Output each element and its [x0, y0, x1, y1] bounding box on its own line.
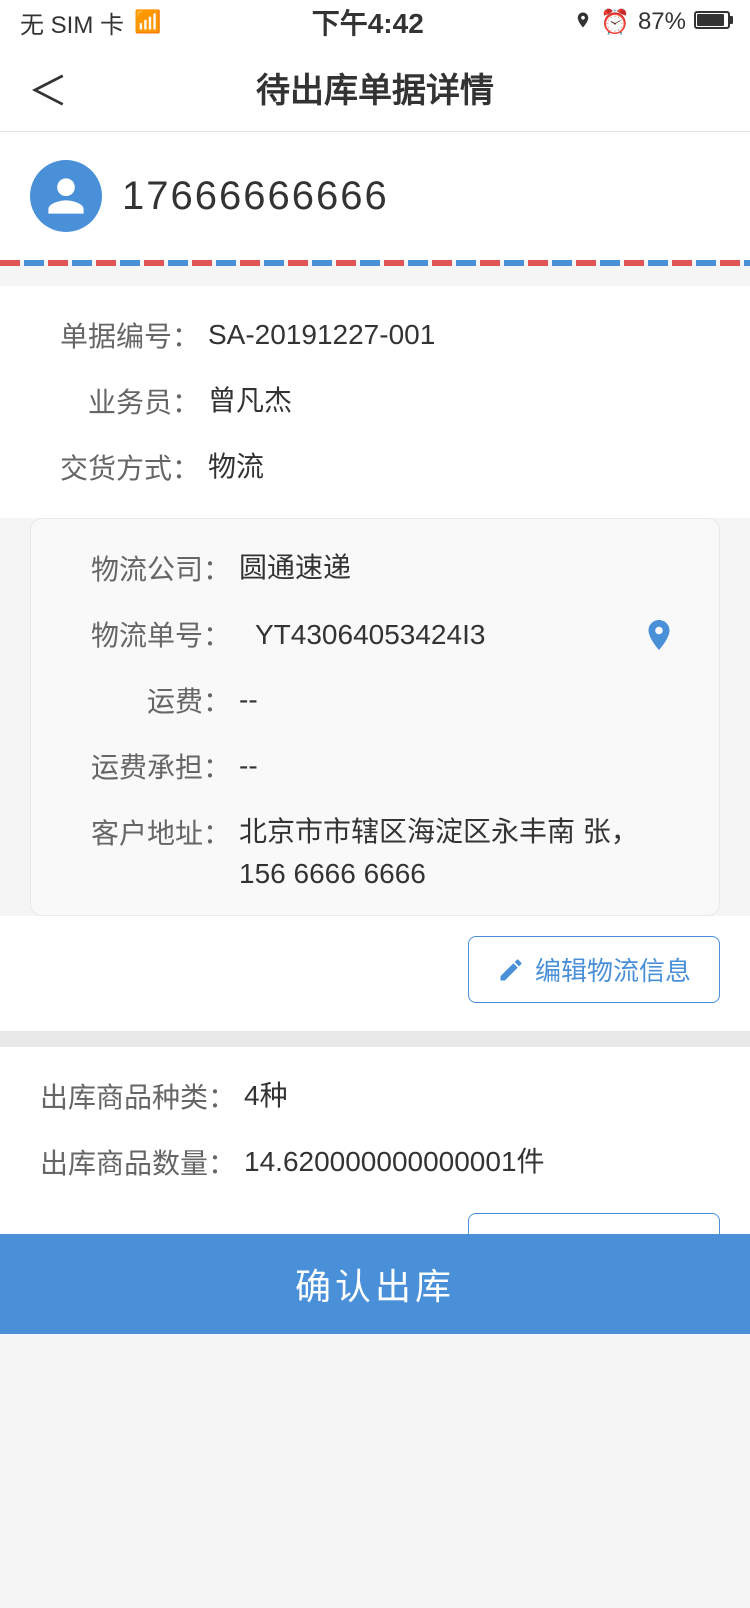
- tracking-number-row: 物流单号： YT43064053424I3: [71, 613, 679, 657]
- customer-header: 17666666666: [0, 132, 750, 260]
- order-info-section: 单据编号： SA-20191227-001 业务员： 曾凡杰 交货方式： 物流: [0, 286, 750, 518]
- goods-type-row: 出库商品种类： 4种: [40, 1075, 710, 1119]
- document-number-value: SA-20191227-001: [200, 314, 710, 356]
- freight-label: 运费：: [71, 679, 231, 723]
- status-bar: 无 SIM 卡 📶 下午4:42 ⏰ 87%: [0, 0, 750, 44]
- confirm-button-label: 确认出库: [295, 1258, 455, 1310]
- logistics-company-label: 物流公司：: [71, 547, 231, 591]
- goods-quantity-value: 14.620000000000001件: [236, 1141, 710, 1183]
- avatar: [30, 160, 102, 232]
- back-button[interactable]: ＜: [28, 59, 68, 117]
- sales-person-label: 业务员：: [40, 380, 200, 424]
- goods-type-value: 4种: [236, 1075, 710, 1117]
- customer-phone: 17666666666: [122, 174, 389, 219]
- address-label: 客户地址：: [71, 811, 231, 855]
- carrier-label: 无 SIM 卡: [20, 5, 124, 40]
- nav-bar: ＜ 待出库单据详情: [0, 44, 750, 132]
- document-number-row: 单据编号： SA-20191227-001: [40, 314, 710, 358]
- freight-bearer-value: --: [231, 745, 679, 787]
- user-icon: [44, 174, 88, 218]
- dashed-divider: [0, 260, 750, 266]
- delivery-method-value: 物流: [200, 446, 710, 488]
- tracking-number-value: YT43064053424I3: [247, 614, 623, 656]
- logistics-company-row: 物流公司： 圆通速递: [71, 547, 679, 591]
- document-number-label: 单据编号：: [40, 314, 200, 358]
- freight-value: --: [231, 679, 679, 721]
- section-separator: [0, 1031, 750, 1047]
- empty-space: [0, 1308, 750, 1508]
- status-right: ⏰ 87%: [574, 8, 730, 37]
- freight-bearer-row: 运费承担： --: [71, 745, 679, 789]
- edit-logistics-button[interactable]: 编辑物流信息: [468, 936, 720, 1003]
- battery-label: 87%: [638, 8, 686, 36]
- status-left: 无 SIM 卡 📶: [20, 5, 161, 40]
- logistics-company-value: 圆通速递: [231, 547, 679, 589]
- sales-person-row: 业务员： 曾凡杰: [40, 380, 710, 424]
- confirm-button-area[interactable]: 确认出库: [0, 1234, 750, 1334]
- goods-quantity-label: 出库商品数量：: [40, 1141, 236, 1185]
- sales-person-value: 曾凡杰: [200, 380, 710, 422]
- edit-icon: [497, 956, 525, 984]
- address-row: 客户地址： 北京市市辖区海淀区永丰南 张，156 6666 6666: [71, 811, 679, 895]
- freight-bearer-label: 运费承担：: [71, 745, 231, 789]
- tracking-location-icon[interactable]: [639, 615, 679, 655]
- logistics-card: 物流公司： 圆通速递 物流单号： YT43064053424I3 运费： -- …: [30, 518, 720, 916]
- edit-logistics-area: 编辑物流信息: [0, 916, 750, 1031]
- alarm-icon: ⏰: [600, 8, 630, 37]
- page-title: 待出库单据详情: [256, 63, 494, 112]
- tracking-number-label: 物流单号：: [71, 613, 231, 657]
- battery-icon: [694, 8, 730, 36]
- address-value: 北京市市辖区海淀区永丰南 张，156 6666 6666: [231, 811, 679, 895]
- wifi-icon: 📶: [134, 9, 161, 35]
- edit-logistics-label: 编辑物流信息: [535, 951, 691, 988]
- status-time: 下午4:42: [312, 2, 424, 42]
- location-status-icon: [574, 8, 592, 36]
- delivery-method-row: 交货方式： 物流: [40, 446, 710, 490]
- goods-section: 出库商品种类： 4种 出库商品数量： 14.620000000000001件: [0, 1047, 750, 1213]
- goods-quantity-row: 出库商品数量： 14.620000000000001件: [40, 1141, 710, 1185]
- goods-type-label: 出库商品种类：: [40, 1075, 236, 1119]
- delivery-method-label: 交货方式：: [40, 446, 200, 490]
- freight-row: 运费： --: [71, 679, 679, 723]
